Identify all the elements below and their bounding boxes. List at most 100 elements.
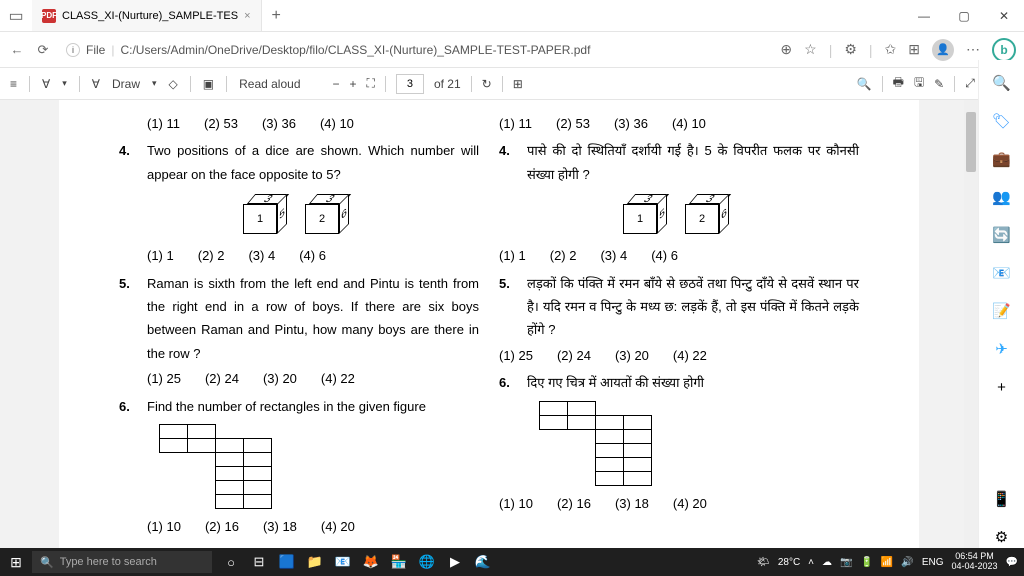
- info-icon[interactable]: i: [66, 43, 80, 57]
- q5h-opt3: (3) 20: [615, 344, 649, 367]
- side-plus-icon[interactable]: +: [991, 376, 1013, 398]
- save-icon[interactable]: 🖫: [914, 73, 924, 94]
- side-outlook-icon[interactable]: 📧: [991, 262, 1013, 284]
- highlight-icon[interactable]: ▣: [203, 77, 214, 91]
- task-store-icon[interactable]: 🏪: [386, 548, 412, 576]
- q6-text-en: Find the number of rectangles in the giv…: [147, 395, 479, 418]
- tab-close-icon[interactable]: ×: [244, 10, 250, 22]
- tray-clock[interactable]: 06:54 PM04-04-2023: [952, 552, 998, 572]
- side-settings-icon[interactable]: ⚙: [991, 526, 1013, 548]
- favorites-bar-icon[interactable]: ✩: [885, 41, 897, 58]
- scrollbar[interactable]: [964, 100, 978, 548]
- page-view-icon[interactable]: ⊞: [513, 77, 523, 91]
- q4h-opt3: (3) 4: [600, 244, 627, 267]
- q5h-opt4: (4) 22: [673, 344, 707, 367]
- q3-opt2: (2) 53: [204, 112, 238, 135]
- q4h-opt2: (2) 2: [550, 244, 577, 267]
- search-icon[interactable]: 🔍: [857, 77, 872, 91]
- q3h-opt2: (2) 53: [556, 112, 590, 135]
- start-button[interactable]: ⊞: [0, 554, 32, 571]
- collections-icon[interactable]: ⊞: [908, 41, 920, 58]
- draw-icon[interactable]: ∀: [92, 77, 100, 91]
- extensions-icon[interactable]: ⚙: [844, 41, 857, 58]
- q6-opt4: (4) 20: [321, 515, 355, 538]
- address-bar[interactable]: i File | C:/Users/Admin/OneDrive/Desktop…: [60, 43, 772, 57]
- tray-meet-icon[interactable]: 📷: [840, 557, 852, 568]
- maximize-button[interactable]: ▢: [944, 0, 984, 32]
- task-edge-icon[interactable]: 🌊: [470, 548, 496, 576]
- q4-opt4: (4) 6: [299, 244, 326, 267]
- weather-icon[interactable]: 🌤: [757, 557, 770, 568]
- q5h-num: 5.: [499, 272, 527, 342]
- side-refresh-icon[interactable]: 🔄: [991, 224, 1013, 246]
- pdf-page: (1) 11 (2) 53 (3) 36 (4) 10 4. Two posit…: [59, 100, 919, 548]
- tray-onedrive-icon[interactable]: ☁: [822, 557, 832, 568]
- task-chrome-icon[interactable]: 🌐: [414, 548, 440, 576]
- task-app1-icon[interactable]: 🟦: [274, 548, 300, 576]
- page-number-input[interactable]: [396, 74, 424, 94]
- contents-icon[interactable]: ≡: [10, 77, 17, 91]
- task-mail-icon[interactable]: 📧: [330, 548, 356, 576]
- bing-icon[interactable]: b: [992, 38, 1016, 62]
- task-firefox-icon[interactable]: 🦊: [358, 548, 384, 576]
- tray-wifi-icon[interactable]: 📶: [881, 557, 893, 568]
- q3-opt3: (3) 36: [262, 112, 296, 135]
- q6-opt1: (1) 10: [147, 515, 181, 538]
- tray-battery-icon[interactable]: 🔋: [860, 557, 872, 568]
- tabs-icon[interactable]: ▭: [0, 6, 32, 26]
- draw-label[interactable]: Draw: [112, 77, 140, 91]
- browser-tab[interactable]: PDF CLASS_XI-(Nurture)_SAMPLE-TES ×: [32, 0, 262, 31]
- q5-opt2: (2) 24: [205, 367, 239, 390]
- task-taskview-icon[interactable]: ⊟: [246, 548, 272, 576]
- side-send-icon[interactable]: ✈: [991, 338, 1013, 360]
- q3h-opt3: (3) 36: [614, 112, 648, 135]
- read-aloud-label[interactable]: Read aloud: [239, 77, 300, 91]
- close-button[interactable]: ✕: [984, 0, 1024, 32]
- search-placeholder: Type here to search: [60, 556, 157, 568]
- side-edit-icon[interactable]: 📝: [991, 300, 1013, 322]
- cursor-icon[interactable]: ∀: [42, 77, 50, 91]
- fullscreen-icon[interactable]: ⤢: [965, 76, 975, 91]
- side-shopping-icon[interactable]: 🏷: [991, 110, 1013, 132]
- q4h-opt1: (1) 1: [499, 244, 526, 267]
- favorite-icon[interactable]: ☆: [804, 41, 817, 58]
- fit-icon[interactable]: ⛶: [367, 76, 375, 91]
- q4-text-hi: पासे की दो स्थितियाँ दर्शायी गई है। 5 के…: [527, 139, 859, 186]
- save-as-icon[interactable]: ✎: [934, 77, 944, 91]
- zoom-icon[interactable]: ⊕: [780, 41, 792, 58]
- tray-sound-icon[interactable]: 🔊: [901, 557, 913, 568]
- tray-notifications-icon[interactable]: 💬: [1006, 557, 1018, 568]
- task-youtube-icon[interactable]: ▶: [442, 548, 468, 576]
- more-icon[interactable]: ⋯: [966, 41, 980, 58]
- zoom-out-button[interactable]: −: [333, 77, 340, 91]
- tray-lang[interactable]: ENG: [922, 557, 944, 568]
- minimize-button[interactable]: —: [904, 0, 944, 32]
- task-cortana-icon[interactable]: ○: [218, 548, 244, 576]
- page-total: of 21: [434, 77, 461, 91]
- url-scheme: File: [86, 43, 105, 57]
- q4-dice-hi: 315 326: [499, 194, 859, 236]
- back-button[interactable]: ←: [8, 42, 26, 57]
- rotate-icon[interactable]: ↻: [482, 77, 492, 91]
- side-games-icon[interactable]: 👥: [991, 186, 1013, 208]
- task-explorer-icon[interactable]: 📁: [302, 548, 328, 576]
- q6h-num: 6.: [499, 371, 527, 394]
- new-tab-button[interactable]: +: [262, 7, 291, 25]
- q4-opt2: (2) 2: [198, 244, 225, 267]
- taskbar-search[interactable]: 🔍 Type here to search: [32, 551, 212, 573]
- erase-icon[interactable]: ◇: [169, 77, 178, 91]
- print-icon[interactable]: 🖶: [893, 73, 904, 94]
- zoom-in-button[interactable]: +: [350, 77, 357, 91]
- q5-text-hi: लड़कों कि पंक्ति में रमन बाँये से छठवें …: [527, 272, 859, 342]
- q3h-opt1: (1) 11: [499, 112, 532, 135]
- side-tools-icon[interactable]: 💼: [991, 148, 1013, 170]
- temp-label[interactable]: 28°C: [778, 557, 800, 568]
- q3-opt1: (1) 11: [147, 112, 180, 135]
- refresh-button[interactable]: ⟳: [34, 42, 52, 58]
- profile-avatar[interactable]: 👤: [932, 39, 954, 61]
- q3-opt4: (4) 10: [320, 112, 354, 135]
- side-mobile-icon[interactable]: 📱: [991, 488, 1013, 510]
- side-search-icon[interactable]: 🔍: [991, 72, 1013, 94]
- tray-chevron-icon[interactable]: ˄: [808, 557, 814, 568]
- taskbar-search-icon: 🔍: [40, 556, 54, 569]
